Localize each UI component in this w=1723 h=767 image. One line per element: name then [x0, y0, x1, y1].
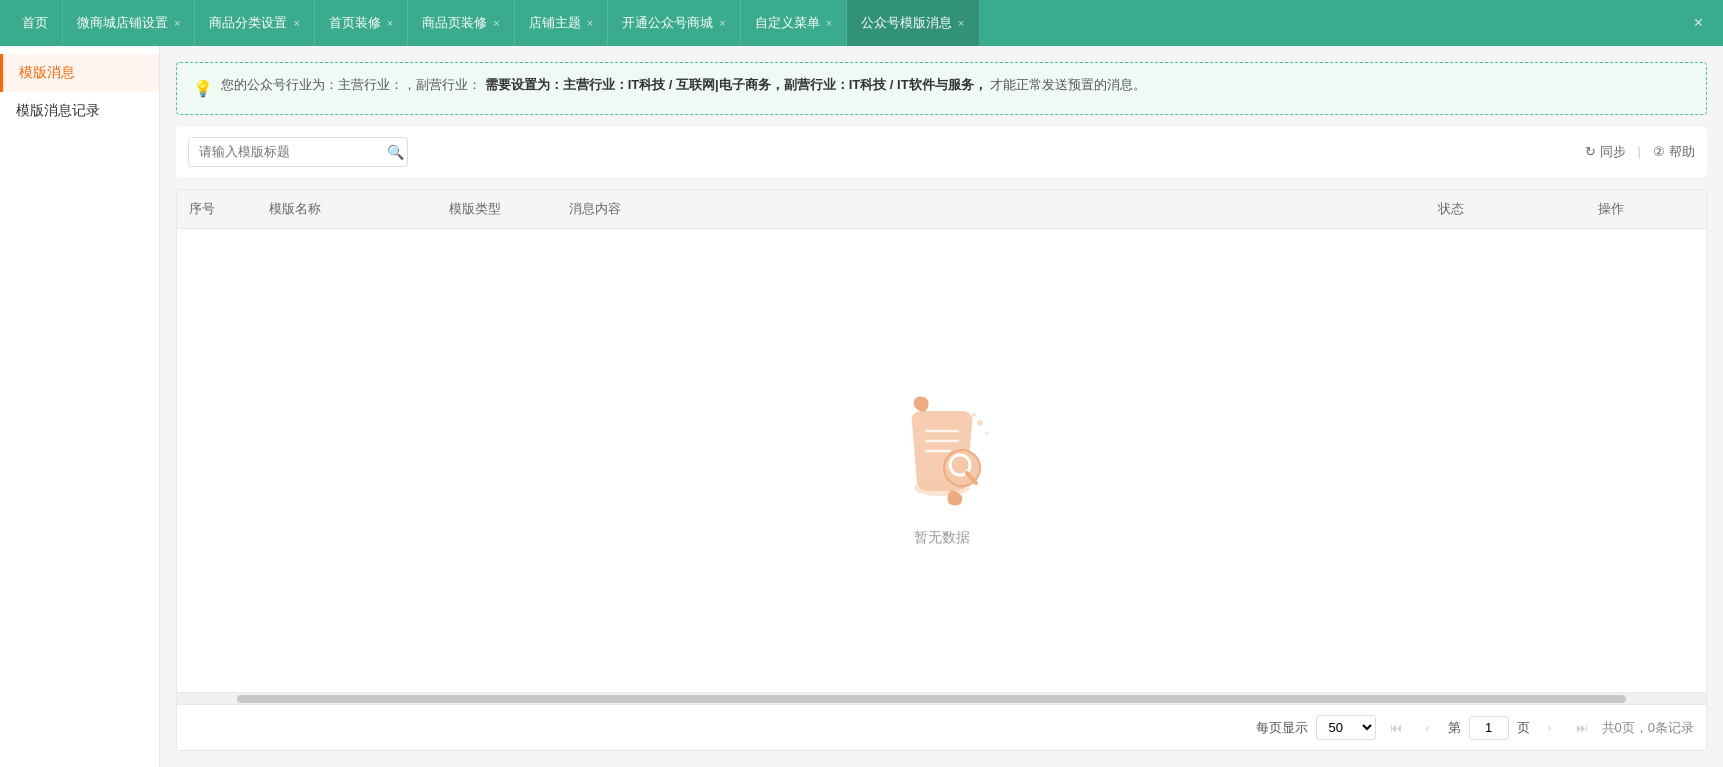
- tab-category-settings-close[interactable]: ×: [293, 17, 299, 29]
- scrollbar-thumb[interactable]: [237, 695, 1626, 703]
- page-prefix: 第: [1448, 719, 1461, 737]
- tab-custom-menu-close[interactable]: ×: [826, 17, 832, 29]
- tab-custom-menu[interactable]: 自定义菜单 ×: [741, 0, 847, 46]
- tab-shop-theme-label: 店铺主题: [529, 14, 581, 32]
- help-button[interactable]: ② 帮助: [1653, 143, 1695, 161]
- tab-home[interactable]: 首页: [8, 0, 63, 46]
- tab-home-label: 首页: [22, 14, 48, 32]
- empty-text: 暂无数据: [914, 529, 970, 547]
- search-box: 🔍: [188, 137, 408, 167]
- tab-open-public-shop-close[interactable]: ×: [719, 17, 725, 29]
- last-page-button[interactable]: ⏭: [1570, 716, 1594, 740]
- toolbar-row: 🔍 ↻ 同步 | ② 帮助: [176, 127, 1707, 177]
- notice-banner: 💡 您的公众号行业为：主营行业：，副营行业： 需要设置为：主营行业：IT科技 /…: [176, 62, 1707, 115]
- table-header: 序号 模版名称 模版类型 消息内容 状态 操作: [177, 190, 1706, 229]
- svg-point-7: [977, 420, 983, 426]
- search-button[interactable]: 🔍: [377, 138, 408, 166]
- svg-point-8: [985, 431, 989, 435]
- tab-category-settings[interactable]: 商品分类设置 ×: [195, 0, 314, 46]
- divider: |: [1638, 144, 1641, 159]
- page-total: 共0页，0条记录: [1602, 719, 1694, 737]
- col-name: 模版名称: [257, 190, 437, 228]
- empty-state: 暂无数据: [177, 229, 1706, 692]
- empty-svg: [882, 393, 1002, 513]
- sidebar: 模版消息 模版消息记录: [0, 46, 160, 767]
- col-index: 序号: [177, 190, 257, 228]
- pagination-row: 每页显示 50 20 100 ⏮ ‹ 第 1 页 › ⏭ 共0页，0条记录: [177, 704, 1706, 750]
- tab-open-public-shop[interactable]: 开通公众号商城 ×: [608, 0, 740, 46]
- data-table: 序号 模版名称 模版类型 消息内容 状态 操作: [176, 189, 1707, 751]
- page-size-label: 每页显示: [1256, 719, 1308, 737]
- tab-home-decoration-label: 首页装修: [329, 14, 381, 32]
- topbar: 首页 微商城店铺设置 × 商品分类设置 × 首页装修 × 商品页装修 × 店铺主…: [0, 0, 1723, 46]
- col-type: 模版类型: [437, 190, 557, 228]
- current-page-input[interactable]: 1: [1469, 716, 1509, 740]
- tab-category-settings-label: 商品分类设置: [209, 14, 287, 32]
- sidebar-item-template-msg[interactable]: 模版消息: [0, 54, 159, 92]
- prev-page-button[interactable]: ‹: [1416, 716, 1440, 740]
- page-size-select[interactable]: 50 20 100: [1316, 715, 1376, 740]
- tab-product-decoration-label: 商品页装修: [422, 14, 487, 32]
- notice-icon: 💡: [193, 76, 213, 102]
- tab-home-decoration[interactable]: 首页装修 ×: [315, 0, 408, 46]
- sidebar-item-template-msg-record[interactable]: 模版消息记录: [0, 92, 159, 130]
- tab-template-msg[interactable]: 公众号模版消息 ×: [847, 0, 979, 46]
- next-page-button[interactable]: ›: [1538, 716, 1562, 740]
- sync-icon: ↻: [1585, 144, 1596, 159]
- tab-shop-theme-close[interactable]: ×: [587, 17, 593, 29]
- svg-point-9: [972, 413, 976, 417]
- tab-product-decoration-close[interactable]: ×: [493, 17, 499, 29]
- tab-shop-theme[interactable]: 店铺主题 ×: [515, 0, 608, 46]
- col-status: 状态: [1426, 190, 1586, 228]
- close-all-button[interactable]: ×: [1682, 14, 1715, 32]
- content-area: 💡 您的公众号行业为：主营行业：，副营行业： 需要设置为：主营行业：IT科技 /…: [160, 46, 1723, 767]
- tab-open-public-shop-label: 开通公众号商城: [622, 14, 713, 32]
- search-input[interactable]: [189, 138, 377, 165]
- toolbar-actions: ↻ 同步 | ② 帮助: [1585, 143, 1695, 161]
- empty-illustration: [882, 393, 1002, 513]
- col-content: 消息内容: [557, 190, 1426, 228]
- tab-home-decoration-close[interactable]: ×: [387, 17, 393, 29]
- tab-shop-settings-label: 微商城店铺设置: [77, 14, 168, 32]
- help-icon: ②: [1653, 144, 1665, 159]
- tab-template-msg-close[interactable]: ×: [958, 17, 964, 29]
- first-page-button[interactable]: ⏮: [1384, 716, 1408, 740]
- tab-shop-settings[interactable]: 微商城店铺设置 ×: [63, 0, 195, 46]
- sync-button[interactable]: ↻ 同步: [1585, 143, 1626, 161]
- help-label: 帮助: [1669, 143, 1695, 161]
- notice-highlight: 需要设置为：主营行业：IT科技 / 互联网|电子商务，副营行业：IT科技 / I…: [485, 77, 987, 92]
- main-layout: 模版消息 模版消息记录 💡 您的公众号行业为：主营行业：，副营行业： 需要设置为…: [0, 46, 1723, 767]
- sync-label: 同步: [1600, 143, 1626, 161]
- notice-text: 您的公众号行业为：主营行业：，副营行业： 需要设置为：主营行业：IT科技 / 互…: [221, 75, 1146, 96]
- tab-custom-menu-label: 自定义菜单: [755, 14, 820, 32]
- tab-product-decoration[interactable]: 商品页装修 ×: [408, 0, 514, 46]
- horizontal-scrollbar[interactable]: [177, 692, 1706, 704]
- tab-template-msg-label: 公众号模版消息: [861, 14, 952, 32]
- page-suffix: 页: [1517, 719, 1530, 737]
- tab-shop-settings-close[interactable]: ×: [174, 17, 180, 29]
- col-action: 操作: [1586, 190, 1706, 228]
